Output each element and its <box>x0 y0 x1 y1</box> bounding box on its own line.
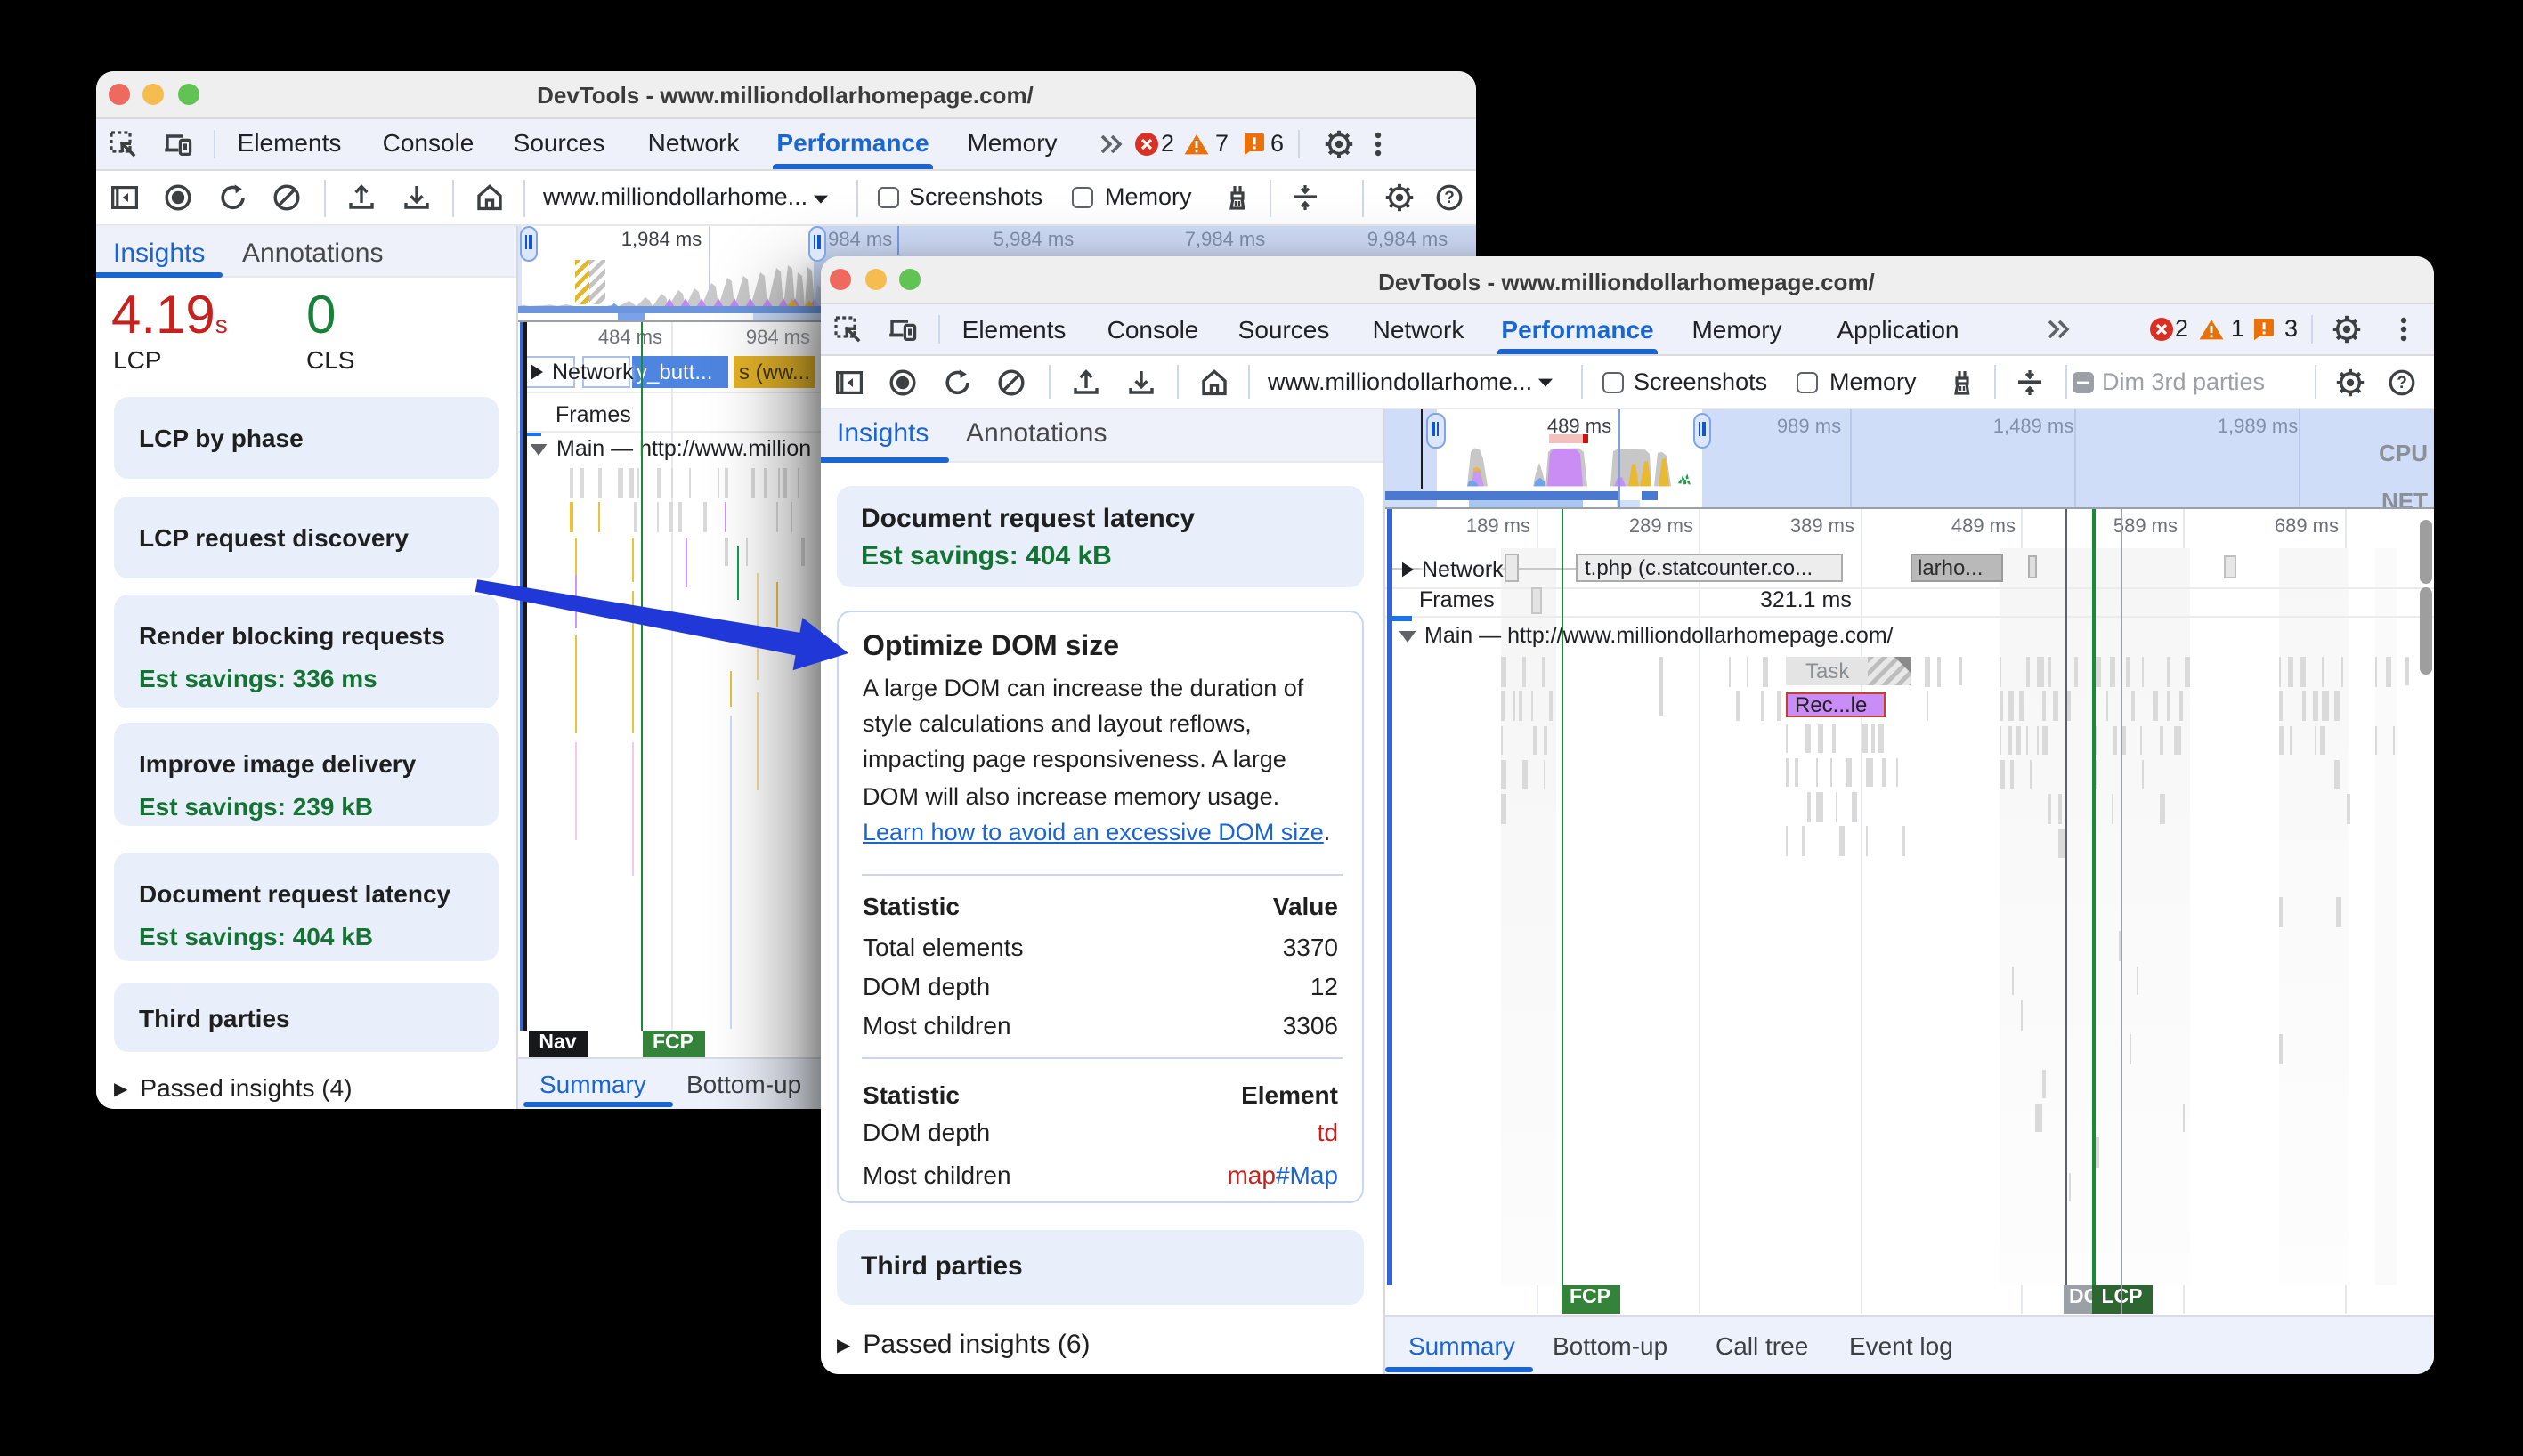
svg-text:?: ? <box>2396 373 2406 392</box>
svg-text:?: ? <box>1444 189 1455 207</box>
